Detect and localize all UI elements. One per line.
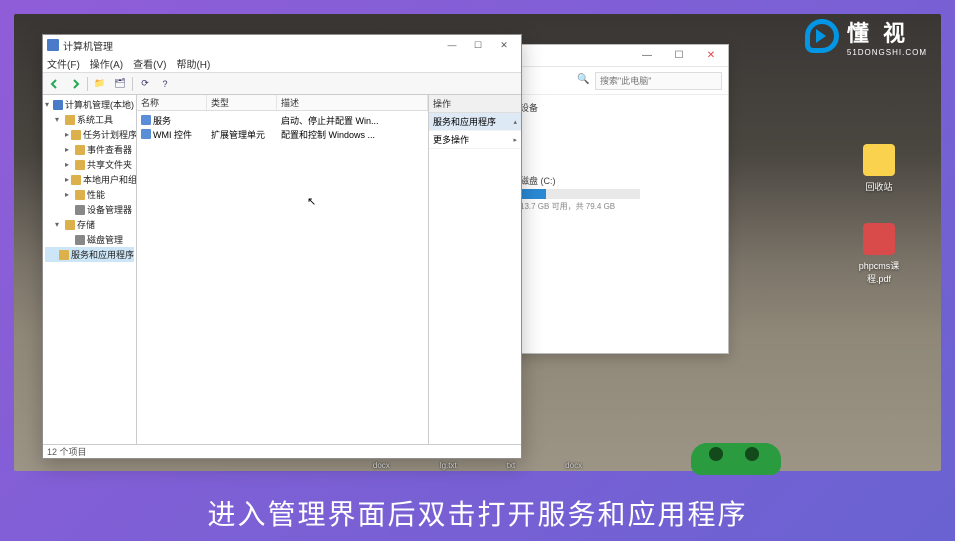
mgmt-toolbar: 📁 🗂 ⟳ ? [43, 73, 521, 95]
toolbar-help-icon[interactable]: ? [157, 76, 173, 92]
desktop-icons: 回收站 phpcms课程.pdf [851, 144, 911, 315]
tree-shared-folders[interactable]: ▸共享文件夹 [45, 157, 134, 172]
tree-root[interactable]: ▾计算机管理(本地) [45, 97, 134, 112]
disk-usage-bar [520, 189, 640, 199]
col-type[interactable]: 类型 [207, 95, 277, 110]
mgmt-title: 计算机管理 [63, 38, 113, 53]
wmi-icon [141, 129, 151, 139]
disk-label: 磁盘 (C:) [520, 174, 718, 187]
recycle-bin-icon [863, 144, 895, 176]
mgmt-statusbar: 12 个项目 [43, 444, 521, 458]
actions-pane: 操作 服务和应用程序▴ 更多操作▸ [429, 95, 521, 444]
explorer-close-button[interactable]: ✕ [700, 50, 722, 61]
brand-domain: 51DONGSHI.COM [847, 48, 927, 57]
menu-file[interactable]: 文件(F) [47, 56, 80, 71]
menu-view[interactable]: 查看(V) [133, 56, 166, 71]
list-row-services[interactable]: 服务 启动、停止并配置 Win... [137, 113, 428, 127]
explorer-titlebar: — ☐ ✕ [510, 45, 728, 67]
tree-disk-mgmt[interactable]: 磁盘管理 [45, 232, 134, 247]
toolbar-icon-1[interactable]: 📁 [92, 76, 108, 92]
toolbar-refresh-icon[interactable]: ⟳ [137, 76, 153, 92]
mgmt-close-button[interactable]: ✕ [491, 40, 517, 51]
actions-header: 操作 [429, 95, 521, 113]
list-header: 名称 类型 描述 [137, 95, 428, 111]
outer-frame: 回收站 phpcms课程.pdf — ☐ ✕ ↑ 🔍 设备 [0, 0, 955, 541]
cursor-icon: ↖ [307, 195, 316, 208]
menu-help[interactable]: 帮助(H) [176, 56, 210, 71]
subtitle-text: 进入管理界面后双击打开服务和应用程序 [0, 493, 955, 533]
desktop-icon-recycle[interactable]: 回收站 [851, 144, 907, 193]
tree-local-users[interactable]: ▸本地用户和组 [45, 172, 134, 187]
tree-systools[interactable]: ▾系统工具 [45, 112, 134, 127]
tree-event-viewer[interactable]: ▸事件查看器 [45, 142, 134, 157]
logo-mark-icon [805, 19, 841, 55]
mgmt-tree: ▾计算机管理(本地) ▾系统工具 ▸任务计划程序 ▸事件查看器 ▸共享文件夹 ▸… [43, 95, 137, 444]
mgmt-titlebar[interactable]: 计算机管理 — ☐ ✕ [43, 35, 521, 55]
menu-action[interactable]: 操作(A) [90, 56, 123, 71]
toolbar-icon-2[interactable]: 🗂 [112, 76, 128, 92]
disk-c-item[interactable]: 磁盘 (C:) 13.7 GB 可用，共 79.4 GB [520, 174, 718, 212]
explorer-minimize-button[interactable]: — [636, 50, 658, 61]
back-button[interactable] [47, 76, 63, 92]
action-more[interactable]: 更多操作▸ [429, 131, 521, 149]
col-name[interactable]: 名称 [137, 95, 207, 110]
tree-device-mgr[interactable]: 设备管理器 [45, 202, 134, 217]
tree-storage[interactable]: ▾存储 [45, 217, 134, 232]
tree-task-scheduler[interactable]: ▸任务计划程序 [45, 127, 134, 142]
pdf-icon [863, 223, 895, 255]
explorer-toolbar: ↑ 🔍 [510, 67, 728, 95]
explorer-search-input[interactable] [595, 72, 722, 90]
explorer-group-label: 设备 [520, 101, 718, 114]
brand-name: 懂 视 [847, 16, 927, 48]
taskbar-slice: docx lg.txt txt docx [14, 459, 941, 471]
desktop-icon-pdf[interactable]: phpcms课程.pdf [851, 223, 907, 285]
desktop-background: 回收站 phpcms课程.pdf — ☐ ✕ ↑ 🔍 设备 [14, 14, 941, 471]
disk-usage-text: 13.7 GB 可用，共 79.4 GB [520, 201, 718, 212]
forward-button[interactable] [67, 76, 83, 92]
explorer-maximize-button[interactable]: ☐ [668, 50, 690, 61]
explorer-window: — ☐ ✕ ↑ 🔍 设备 磁盘 (C:) 13.7 GB 可用，共 79.4 G… [509, 44, 729, 354]
col-desc[interactable]: 描述 [277, 95, 428, 110]
mgmt-app-icon [47, 39, 59, 51]
mgmt-menubar: 文件(F) 操作(A) 查看(V) 帮助(H) [43, 55, 521, 73]
mgmt-list: 名称 类型 描述 服务 启动、停止并配置 Win... WMI 控件 扩展管理单… [137, 95, 429, 444]
mgmt-maximize-button[interactable]: ☐ [465, 40, 491, 51]
brand-logo: 懂 视 51DONGSHI.COM [805, 16, 927, 57]
recycle-bin-label: 回收站 [851, 180, 907, 193]
tree-performance[interactable]: ▸性能 [45, 187, 134, 202]
search-icon: 🔍 [577, 74, 591, 88]
tree-services-apps[interactable]: 服务和应用程序 [45, 247, 134, 262]
mgmt-window: 计算机管理 — ☐ ✕ 文件(F) 操作(A) 查看(V) 帮助(H) 📁 🗂 [42, 34, 522, 459]
pdf-label: phpcms课程.pdf [851, 259, 907, 285]
action-services-apps[interactable]: 服务和应用程序▴ [429, 113, 521, 131]
mgmt-minimize-button[interactable]: — [439, 40, 465, 51]
services-icon [141, 115, 151, 125]
explorer-body: 设备 磁盘 (C:) 13.7 GB 可用，共 79.4 GB [510, 95, 728, 218]
list-row-wmi[interactable]: WMI 控件 扩展管理单元 配置和控制 Windows ... [137, 127, 428, 141]
